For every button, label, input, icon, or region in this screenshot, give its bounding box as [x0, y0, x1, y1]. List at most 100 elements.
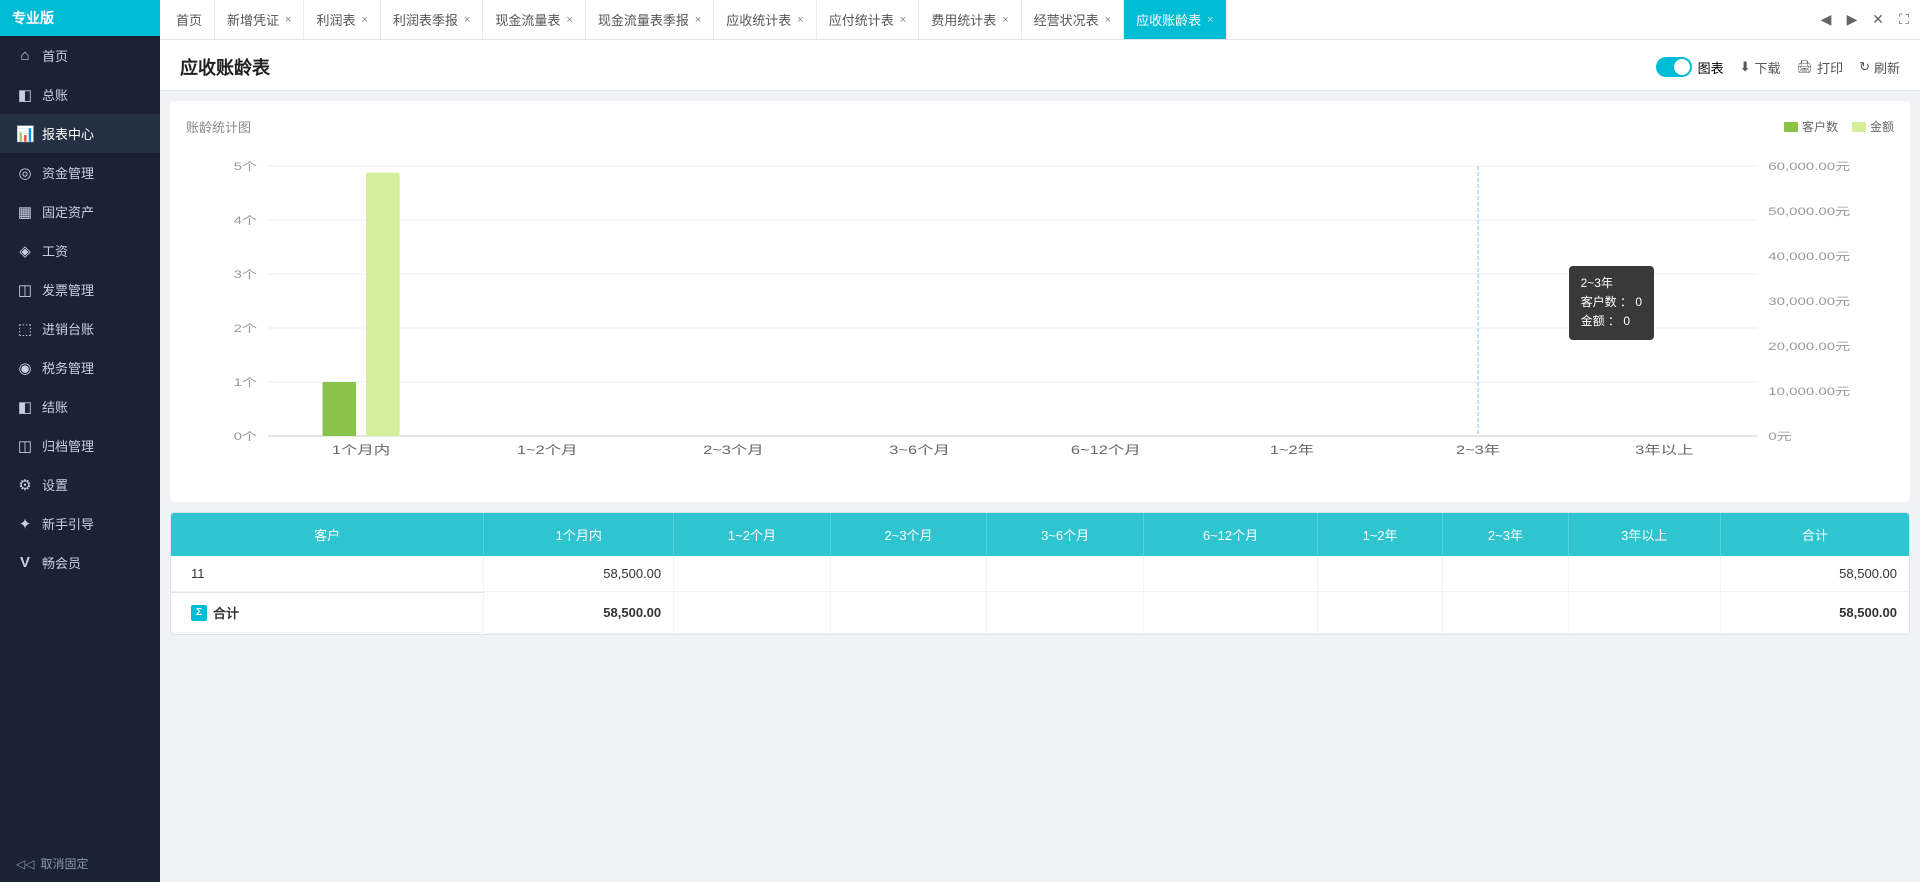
sidebar-item-home[interactable]: ⌂ 首页	[0, 36, 160, 75]
tab-ap-stats[interactable]: 应付统计表 ×	[817, 0, 919, 40]
tab-biz-status[interactable]: 经营状况表 ×	[1022, 0, 1124, 40]
svg-text:6~12个月: 6~12个月	[1071, 443, 1141, 457]
legend-amount: 金额	[1852, 118, 1894, 135]
table-header-row: 客户 1个月内 1~2个月 2~3个月 3~6个月 6~12个月 1~2年 2~…	[171, 513, 1909, 556]
tab-profit[interactable]: 利润表 ×	[304, 0, 380, 40]
sidebar-label-settings: 设置	[42, 475, 68, 494]
sidebar-item-settings[interactable]: ⚙ 设置	[0, 465, 160, 504]
ledger-icon: ◧	[16, 86, 34, 104]
tab-close-all-button[interactable]: ✕	[1866, 8, 1890, 32]
sidebar-item-salary[interactable]: ◈ 工资	[0, 231, 160, 270]
cell-customer: 11	[171, 556, 484, 592]
close-icon[interactable]: ×	[566, 14, 572, 26]
invoices-icon: ◫	[16, 281, 34, 299]
col-m36: 3~6个月	[987, 513, 1144, 556]
download-button[interactable]: ⬇ 下载	[1740, 58, 1781, 77]
home-icon: ⌂	[16, 47, 34, 64]
sidebar-collapse[interactable]: ◁◁ 取消固定	[0, 845, 160, 882]
sidebar-item-funds[interactable]: ◎ 资金管理	[0, 153, 160, 192]
page-title: 应收账龄表	[180, 54, 270, 80]
svg-text:3~6个月: 3~6个月	[889, 443, 950, 457]
cell-m23	[830, 556, 987, 592]
sidebar-item-reports[interactable]: 📊 报表中心	[0, 114, 160, 153]
refresh-button[interactable]: ↻ 刷新	[1859, 58, 1900, 77]
guide-icon: ✦	[16, 515, 34, 533]
sidebar-item-invoices[interactable]: ◫ 发票管理	[0, 270, 160, 309]
tab-ar-aging[interactable]: 应收账龄表 ×	[1124, 0, 1226, 40]
svg-text:1~2年: 1~2年	[1270, 443, 1314, 457]
download-icon: ⬇	[1740, 59, 1751, 75]
cell-y3plus	[1568, 556, 1720, 592]
close-icon[interactable]: ×	[1002, 14, 1008, 26]
toggle-track[interactable]	[1656, 57, 1692, 77]
funds-icon: ◎	[16, 164, 34, 182]
tab-cashflow[interactable]: 现金流量表 ×	[483, 0, 585, 40]
table-total-row: Σ 合计 58,500.00 58,500.00	[171, 592, 1909, 634]
sidebar-item-member[interactable]: V 畅会员	[0, 543, 160, 582]
legend-customer-label: 客户数	[1802, 118, 1838, 135]
sidebar-item-tax[interactable]: ◉ 税务管理	[0, 348, 160, 387]
chart-legend: 客户数 金额	[1784, 118, 1894, 135]
closing-icon: ◧	[16, 398, 34, 416]
close-icon[interactable]: ×	[361, 14, 367, 26]
tax-icon: ◉	[16, 359, 34, 377]
svg-text:30,000.00元: 30,000.00元	[1768, 295, 1850, 308]
col-total: 合计	[1720, 513, 1909, 556]
col-m23: 2~3个月	[830, 513, 987, 556]
tab-controls: ◀ ▶ ✕ ⛶	[1814, 8, 1916, 32]
sidebar-item-guide[interactable]: ✦ 新手引导	[0, 504, 160, 543]
col-y3plus: 3年以上	[1568, 513, 1720, 556]
svg-text:40,000.00元: 40,000.00元	[1768, 250, 1850, 263]
chart-container: 账龄统计图 客户数 金额 0个1个2个3个4个5个0元10,000.00元20,…	[170, 101, 1910, 502]
sidebar-label-ledger: 总账	[42, 85, 68, 104]
sidebar-item-sales[interactable]: ⬚ 进销台账	[0, 309, 160, 348]
chart-title: 账龄统计图	[186, 117, 251, 136]
sales-icon: ⬚	[16, 320, 34, 338]
close-icon[interactable]: ×	[464, 14, 470, 26]
sidebar-item-archive[interactable]: ◫ 归档管理	[0, 426, 160, 465]
tab-bar: 首页 新增凭证 × 利润表 × 利润表季报 × 现金流量表 × 现金流量表季报 …	[160, 0, 1920, 40]
legend-amount-color	[1852, 122, 1866, 132]
chart-toggle[interactable]: 图表	[1656, 57, 1724, 77]
close-icon[interactable]: ×	[797, 14, 803, 26]
sidebar-label-member: 畅会员	[42, 553, 81, 572]
close-icon[interactable]: ×	[1105, 14, 1111, 26]
svg-text:20,000.00元: 20,000.00元	[1768, 340, 1850, 353]
aging-table: 客户 1个月内 1~2个月 2~3个月 3~6个月 6~12个月 1~2年 2~…	[171, 513, 1909, 634]
tab-cashflow-quarterly[interactable]: 现金流量表季报 ×	[586, 0, 714, 40]
tab-ar-stats[interactable]: 应收统计表 ×	[714, 0, 816, 40]
tab-prev-button[interactable]: ◀	[1814, 8, 1838, 32]
tab-next-button[interactable]: ▶	[1840, 8, 1864, 32]
total-m1: 58,500.00	[484, 592, 674, 634]
print-icon: 🖨	[1797, 59, 1814, 75]
col-customer: 客户	[171, 513, 484, 556]
legend-customer: 客户数	[1784, 118, 1838, 135]
svg-text:2~3个月: 2~3个月	[703, 443, 764, 457]
svg-text:60,000.00元: 60,000.00元	[1768, 160, 1850, 173]
svg-text:4个: 4个	[234, 214, 257, 227]
cell-m36	[987, 556, 1144, 592]
legend-customer-color	[1784, 122, 1798, 132]
close-icon[interactable]: ×	[285, 14, 291, 26]
sidebar-label-reports: 报表中心	[42, 124, 94, 143]
tab-voucher[interactable]: 新增凭证 ×	[215, 0, 304, 40]
tab-profit-quarterly[interactable]: 利润表季报 ×	[381, 0, 483, 40]
sidebar-item-closing[interactable]: ◧ 结账	[0, 387, 160, 426]
close-icon[interactable]: ×	[1207, 14, 1213, 26]
close-icon[interactable]: ×	[695, 14, 701, 26]
settings-icon: ⚙	[16, 476, 34, 494]
sidebar-item-ledger[interactable]: ◧ 总账	[0, 75, 160, 114]
close-icon[interactable]: ×	[900, 14, 906, 26]
svg-text:0个: 0个	[234, 430, 257, 443]
total-y3plus	[1568, 592, 1720, 634]
tab-expense-stats[interactable]: 费用统计表 ×	[919, 0, 1021, 40]
tab-home[interactable]: 首页	[164, 0, 215, 40]
sidebar-label-tax: 税务管理	[42, 358, 94, 377]
print-button[interactable]: 🖨 打印	[1797, 58, 1844, 77]
tab-fullscreen-button[interactable]: ⛶	[1892, 8, 1916, 32]
total-y23	[1443, 592, 1568, 634]
salary-icon: ◈	[16, 242, 34, 260]
toggle-thumb	[1674, 59, 1690, 75]
cell-m612	[1143, 556, 1317, 592]
sidebar-item-assets[interactable]: ▦ 固定资产	[0, 192, 160, 231]
